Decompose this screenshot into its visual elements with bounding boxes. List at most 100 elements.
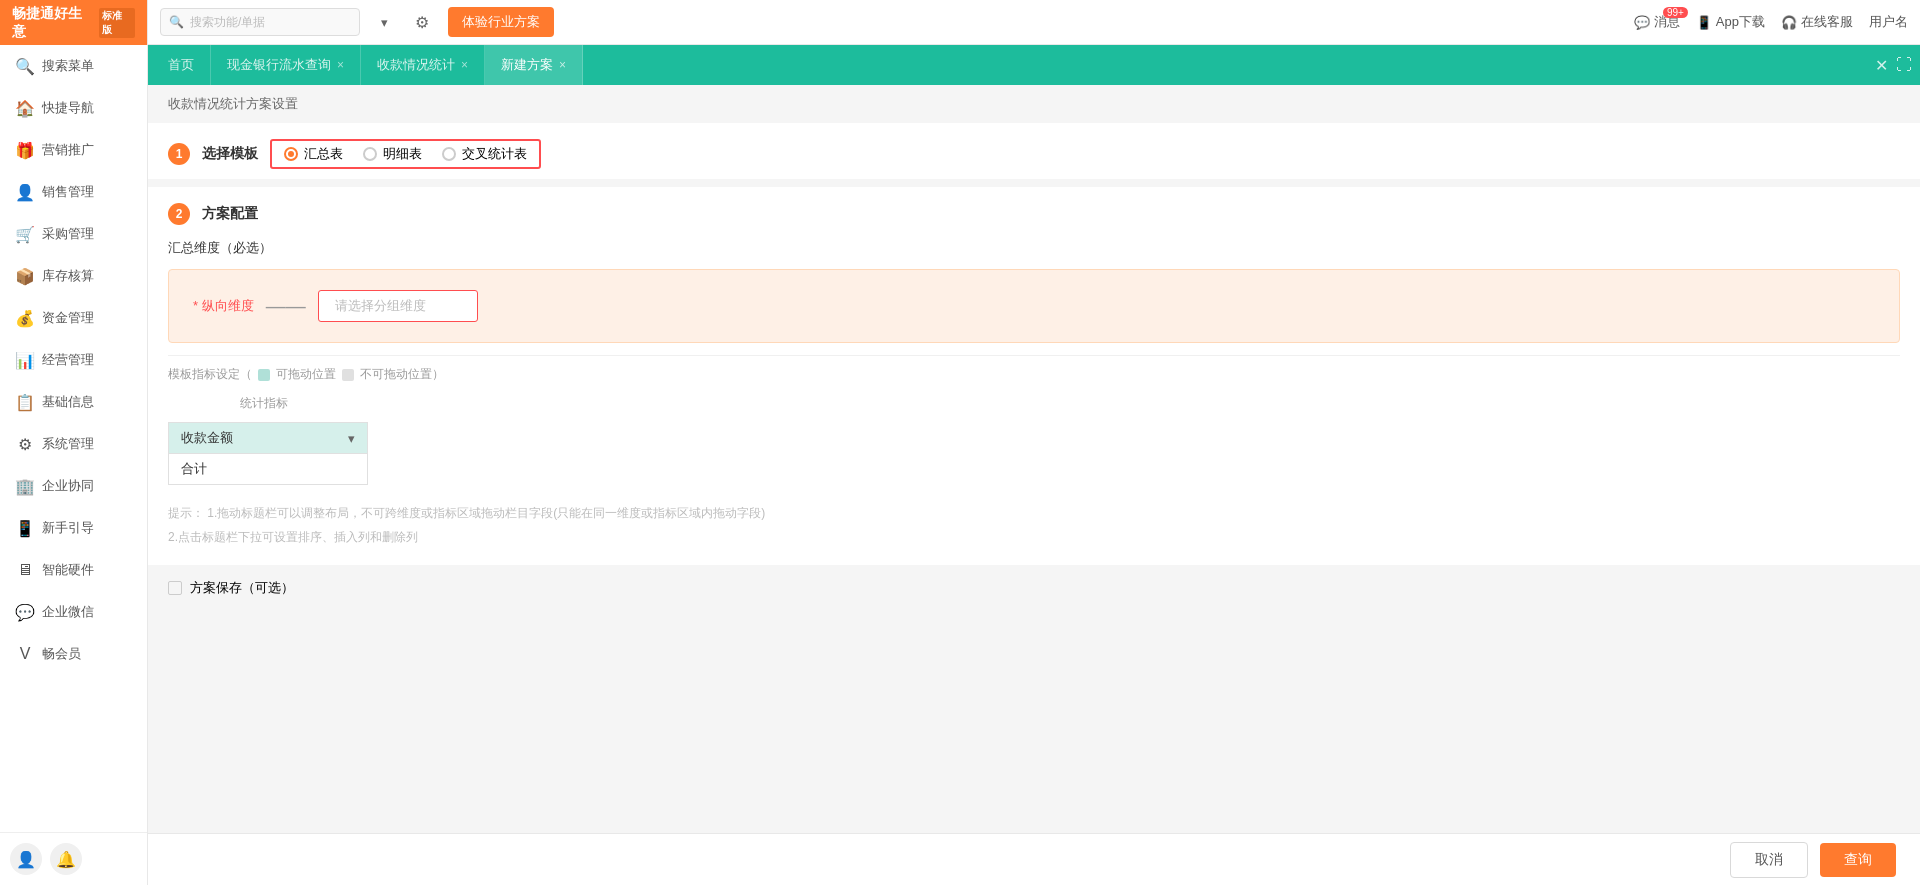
marketing-label: 营销推广 (42, 141, 94, 159)
dimension-row: * 纵向维度 —— 请选择分组维度 (193, 290, 1875, 322)
unmovable-hint-text: 不可拖动位置） (360, 366, 444, 383)
radio-detail[interactable]: 明细表 (363, 145, 422, 163)
member-label: 畅会员 (42, 645, 81, 663)
tab-close-collection-stats[interactable]: × (461, 58, 468, 72)
metrics-col-header[interactable]: 收款金额 ▾ (169, 423, 367, 454)
search-box[interactable]: 🔍 搜索功能/单据 (160, 8, 360, 36)
dim-selector[interactable]: 请选择分组维度 (318, 290, 478, 322)
tab-cash-flow[interactable]: 现金银行流水查询× (211, 45, 361, 85)
radio-cross[interactable]: 交叉统计表 (442, 145, 527, 163)
sidebar-item-wechat[interactable]: 💬 企业微信 (0, 591, 147, 633)
user-label: 用户名 (1869, 13, 1908, 31)
dimension-subsection: 汇总维度（必选） * 纵向维度 —— 请选择分组维度 (168, 239, 1900, 343)
sidebar-item-inventory[interactable]: 📦库存核算 (0, 255, 147, 297)
tab-collection-stats[interactable]: 收款情况统计× (361, 45, 485, 85)
sidebar-item-basic-info[interactable]: 📋 基础信息 (0, 381, 147, 423)
sidebar-item-funds[interactable]: 💰资金管理 (0, 297, 147, 339)
gear-icon[interactable]: ⚙ (408, 8, 436, 36)
online-service-label: 在线客服 (1801, 13, 1853, 31)
online-service-item[interactable]: 🎧 在线客服 (1781, 13, 1853, 31)
industry-button[interactable]: 体验行业方案 (448, 7, 554, 37)
search-placeholder: 搜索功能/单据 (190, 14, 265, 31)
topbar: 🔍 搜索功能/单据 ▾ ⚙ 体验行业方案 💬 消息 99+ 📱 App下载 🎧 … (148, 0, 1920, 45)
sidebar-item-smart-hw[interactable]: 🖥智能硬件 (0, 549, 147, 591)
marketing-icon: 🎁 (16, 141, 34, 159)
tip-line-2: 2.点击标题栏下拉可设置排序、插入列和删除列 (168, 525, 1900, 549)
guide-label: 新手引导 (42, 519, 94, 537)
user-name[interactable]: 用户名 (1869, 13, 1908, 31)
basic-info-label: 基础信息 (42, 393, 94, 411)
funds-icon: 💰 (16, 309, 34, 327)
search-menu-label: 搜索菜单 (42, 57, 94, 75)
step1-row: 1 选择模板 汇总表 明细表 交叉统计表 (168, 139, 1900, 169)
dropdown-icon[interactable]: ▾ (372, 8, 396, 36)
logo-sub: 标准版 (99, 8, 135, 38)
basic-info-icon: 📋 (16, 393, 34, 411)
save-checkbox-label: 方案保存（可选） (190, 579, 294, 597)
sidebar-item-purchase[interactable]: 🛒采购管理 (0, 213, 147, 255)
metrics-header-text: 模板指标设定（ (168, 366, 252, 383)
metrics-table: 收款金额 ▾ 合计 (168, 422, 368, 485)
step1-circle: 1 (168, 143, 190, 165)
sales-icon: 👤 (16, 183, 34, 201)
metrics-area: 统计指标 收款金额 ▾ 合计 (168, 391, 1900, 485)
tip-text-2: 2.点击标题栏下拉可设置排序、插入列和删除列 (168, 525, 418, 549)
sidebar-item-search-menu[interactable]: 🔍 搜索菜单 (0, 45, 147, 87)
sidebar-item-system[interactable]: ⚙系统管理 (0, 423, 147, 465)
enterprise-icon: 🏢 (16, 477, 34, 495)
step1-label: 选择模板 (202, 145, 258, 163)
metrics-col-label: 收款金额 (181, 429, 233, 447)
sidebar-item-guide[interactable]: 📱 新手引导 (0, 507, 147, 549)
movable-hint-text: 可拖动位置 (276, 366, 336, 383)
radio-label-detail: 明细表 (383, 145, 422, 163)
tab-close-cash-flow[interactable]: × (337, 58, 344, 72)
tab-new-plan[interactable]: 新建方案 × (485, 45, 583, 85)
tab-close-all-icon[interactable]: ✕ (1875, 56, 1888, 75)
tab-expand-icon[interactable]: ⛶ (1896, 56, 1912, 74)
system-icon: ⚙ (16, 435, 34, 453)
app-download-item[interactable]: 📱 App下载 (1696, 13, 1765, 31)
divider1 (168, 355, 1900, 356)
sidebar-item-operations[interactable]: 📊经营管理 (0, 339, 147, 381)
step2-row: 2 方案配置 (168, 203, 1900, 225)
tips-area: 提示： 1.拖动标题栏可以调整布局，不可跨维度或指标区域拖动栏目字段(只能在同一… (168, 501, 1900, 549)
service-icon: 🎧 (1781, 15, 1797, 30)
query-button[interactable]: 查询 (1820, 843, 1896, 877)
save-checkbox[interactable] (168, 581, 182, 595)
radio-label-cross: 交叉统计表 (462, 145, 527, 163)
tabbar: 首页现金银行流水查询×收款情况统计× 新建方案 × ✕ ⛶ (148, 45, 1920, 85)
sidebar-item-enterprise[interactable]: 🏢企业协同 (0, 465, 147, 507)
footer: 取消 查询 (148, 833, 1920, 885)
sidebar-bottom-icon-1[interactable]: 👤 (10, 843, 42, 875)
guide-icon: 📱 (16, 519, 34, 537)
metrics-dropdown-icon[interactable]: ▾ (348, 431, 355, 446)
sidebar-item-sales[interactable]: 👤 销售管理 (0, 171, 147, 213)
cancel-button[interactable]: 取消 (1730, 842, 1808, 878)
wechat-label: 企业微信 (42, 603, 94, 621)
search-menu-icon: 🔍 (16, 57, 34, 75)
radio-summary[interactable]: 汇总表 (284, 145, 343, 163)
tab-close-new-plan[interactable]: × (559, 58, 566, 72)
dimension-title-row: 汇总维度（必选） (168, 239, 1900, 257)
page-content: 收款情况统计方案设置 1 选择模板 汇总表 明细表 交叉统计表 (148, 85, 1920, 885)
metrics-area-label: 统计指标 (240, 391, 296, 416)
tab-home[interactable]: 首页 (148, 45, 211, 85)
template-options-box: 汇总表 明细表 交叉统计表 (270, 139, 541, 169)
tip-line-1: 提示： 1.拖动标题栏可以调整布局，不可跨维度或指标区域拖动栏目字段(只能在同一… (168, 501, 1900, 525)
tabbar-right: ✕ ⛶ (1875, 56, 1920, 75)
tab-label-new-plan: 新建方案 (501, 56, 553, 74)
sidebar-item-member[interactable]: V畅会员 (0, 633, 147, 675)
purchase-icon: 🛒 (16, 225, 34, 243)
main-area: 🔍 搜索功能/单据 ▾ ⚙ 体验行业方案 💬 消息 99+ 📱 App下载 🎧 … (148, 0, 1920, 885)
step2-section: 2 方案配置 汇总维度（必选） * 纵向维度 —— 请选择分组维度 (148, 187, 1920, 565)
page-title: 收款情况统计方案设置 (168, 96, 298, 111)
notification-icon: 💬 (1634, 15, 1650, 30)
notification-item[interactable]: 💬 消息 99+ (1634, 13, 1680, 31)
sales-label: 销售管理 (42, 183, 94, 201)
radio-circle-detail (363, 147, 377, 161)
page-inner: 收款情况统计方案设置 1 选择模板 汇总表 明细表 交叉统计表 (148, 85, 1920, 691)
sidebar-bottom-icon-2[interactable]: 🔔 (50, 843, 82, 875)
wechat-icon: 💬 (16, 603, 34, 621)
sidebar-item-quick-nav[interactable]: 🏠快捷导航 (0, 87, 147, 129)
sidebar-item-marketing[interactable]: 🎁 营销推广 (0, 129, 147, 171)
